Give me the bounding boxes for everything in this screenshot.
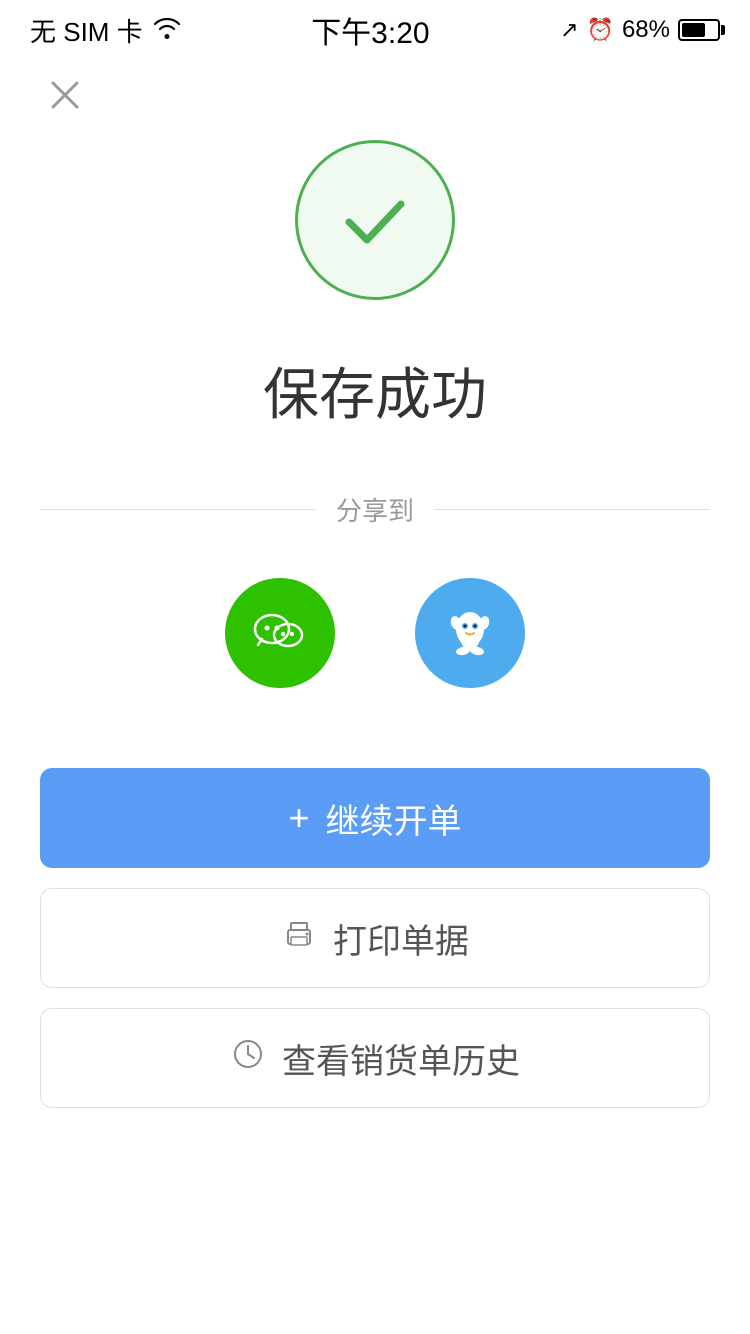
success-title: 保存成功 [263,350,487,431]
wifi-icon [153,15,181,46]
status-indicators: ↗ ⏰ 68% [560,16,720,44]
continue-button[interactable]: + 继续开单 [40,768,710,868]
status-bar: 无 SIM 卡 下午3:20 ↗ ⏰ 68% [0,0,750,60]
wechat-share-button[interactable] [225,578,335,688]
share-label: 分享到 [316,491,434,528]
share-icons [225,578,525,688]
alarm-icon: ⏰ [587,17,614,43]
share-section: 分享到 [0,491,750,528]
status-carrier: 无 SIM 卡 [30,12,181,49]
main-content: 保存成功 分享到 [0,60,750,1108]
clock-icon [230,1036,266,1081]
action-buttons: + 继续开单 打印单据 [0,768,750,1108]
divider-left [40,509,316,510]
print-button[interactable]: 打印单据 [40,888,710,988]
print-label: 打印单据 [333,914,469,963]
status-time: 下午3:20 [311,8,429,52]
continue-label: 继续开单 [326,794,462,843]
carrier-text: 无 SIM 卡 [30,12,143,49]
success-circle [295,140,455,300]
qq-share-button[interactable] [415,578,525,688]
battery-indicator [678,19,720,41]
battery-percent: 68% [622,16,670,44]
close-button[interactable] [40,70,90,120]
continue-icon: + [288,797,309,839]
divider-right [434,509,710,510]
history-button[interactable]: 查看销货单历史 [40,1008,710,1108]
location-icon: ↗ [560,17,578,43]
history-label: 查看销货单历史 [282,1034,520,1083]
printer-icon [281,916,317,961]
